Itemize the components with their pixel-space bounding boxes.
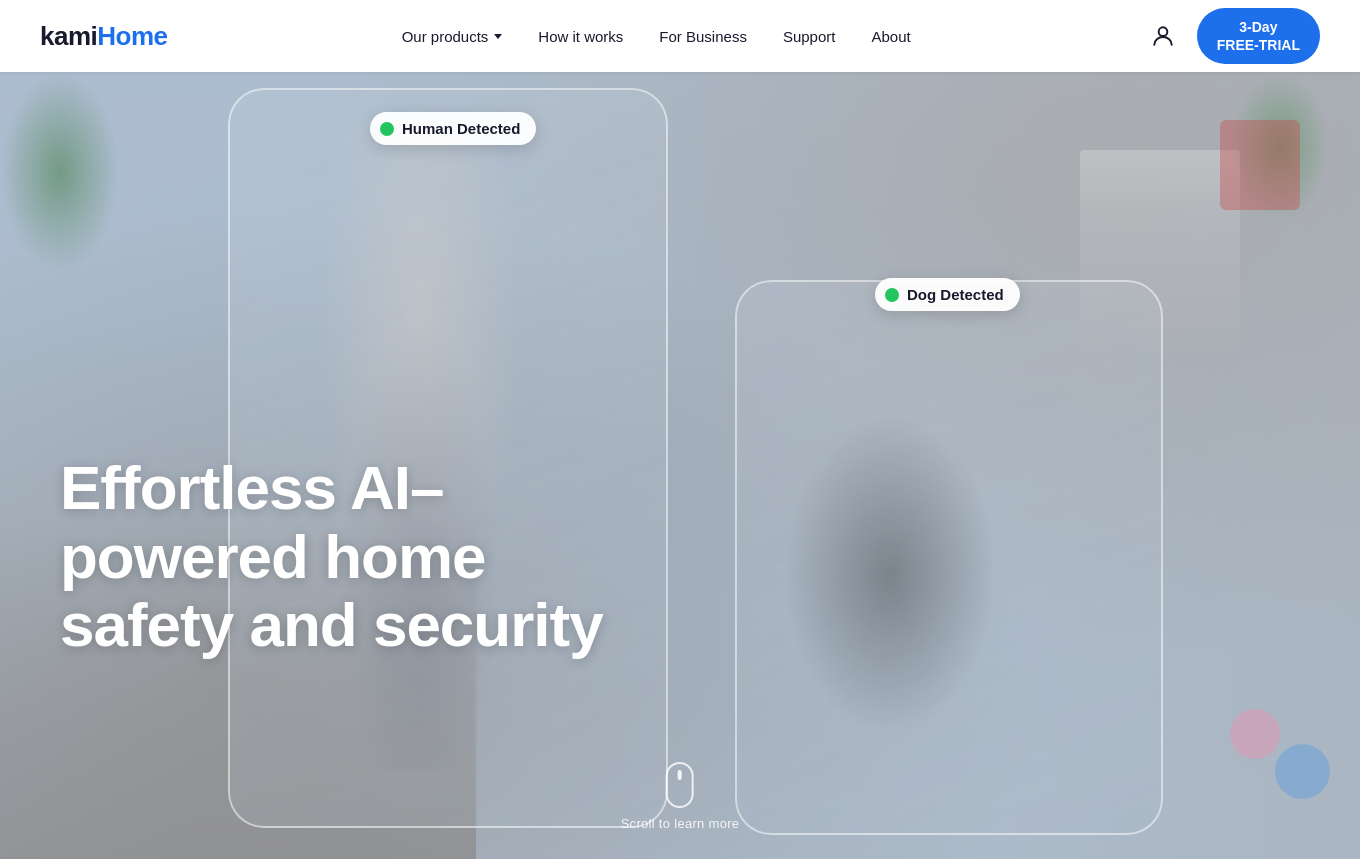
human-detection-badge: Human Detected	[370, 112, 536, 145]
detection-dot-human	[380, 122, 394, 136]
logo[interactable]: kamiHome	[40, 21, 168, 52]
user-icon	[1150, 23, 1176, 49]
nav-link-for-business[interactable]: For Business	[659, 28, 747, 45]
user-account-button[interactable]	[1145, 18, 1181, 54]
plant-left	[0, 72, 120, 272]
phone-frame-right	[735, 280, 1163, 835]
chevron-down-icon	[494, 34, 502, 39]
human-detected-label: Human Detected	[402, 120, 520, 137]
svg-point-0	[1158, 27, 1167, 36]
nav-item-for-business[interactable]: For Business	[659, 28, 747, 45]
scroll-indicator[interactable]: Scroll to learn more	[621, 762, 740, 831]
nav-item-support[interactable]: Support	[783, 28, 836, 45]
logo-kami: kami	[40, 21, 97, 52]
nav-item-how-it-works[interactable]: How it works	[538, 28, 623, 45]
detection-dot-dog	[885, 288, 899, 302]
nav-item-about[interactable]: About	[871, 28, 910, 45]
navbar: kamiHome Our products How it works For B…	[0, 0, 1360, 72]
scroll-mouse-icon	[666, 762, 694, 808]
scroll-wheel	[678, 770, 682, 780]
hero-headline: Effortless AI– powered home safety and s…	[60, 454, 660, 659]
free-trial-button[interactable]: 3-Day FREE-TRIAL	[1197, 8, 1320, 64]
hero-text: Effortless AI– powered home safety and s…	[60, 454, 660, 659]
nav-link-how-it-works[interactable]: How it works	[538, 28, 623, 45]
dog-detection-badge: Dog Detected	[875, 278, 1020, 311]
balloon-pink	[1230, 709, 1280, 759]
nav-item-our-products[interactable]: Our products	[402, 28, 503, 45]
red-decoration	[1220, 120, 1300, 210]
scroll-label: Scroll to learn more	[621, 816, 740, 831]
nav-link-support[interactable]: Support	[783, 28, 836, 45]
nav-right: 3-Day FREE-TRIAL	[1145, 8, 1320, 64]
logo-home: Home	[97, 21, 167, 52]
nav-links: Our products How it works For Business S…	[402, 28, 911, 45]
balloon-blue	[1275, 744, 1330, 799]
hero-section: Human Detected Dog Detected Effortless A…	[0, 0, 1360, 859]
dog-detected-label: Dog Detected	[907, 286, 1004, 303]
nav-link-our-products[interactable]: Our products	[402, 28, 503, 45]
nav-link-about[interactable]: About	[871, 28, 910, 45]
